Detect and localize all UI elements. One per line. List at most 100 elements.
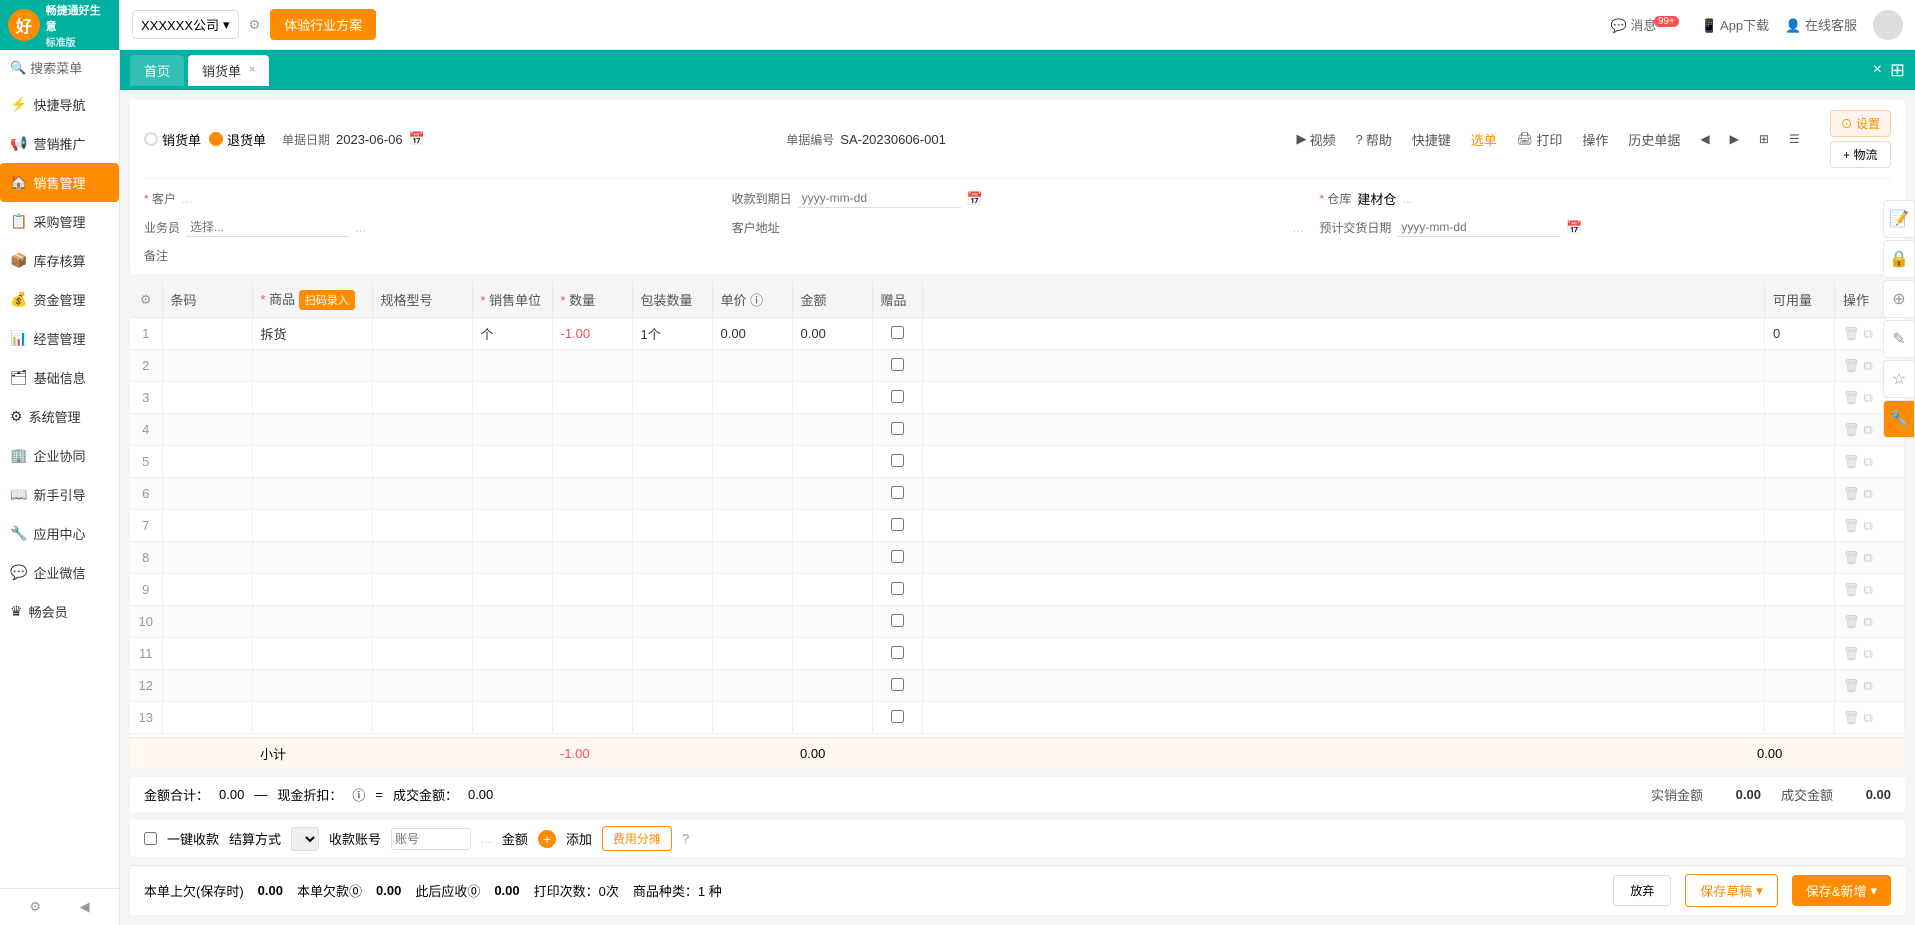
list-icon[interactable]: ☰ xyxy=(1783,130,1806,148)
copy-icon-10[interactable]: ⧉ xyxy=(1864,646,1873,662)
cell-amount-11[interactable] xyxy=(792,670,872,702)
copy-icon-9[interactable]: ⧉ xyxy=(1864,614,1873,630)
cell-gift-5[interactable] xyxy=(872,478,922,510)
rfb-plus[interactable]: ⊕ xyxy=(1883,280,1915,318)
cell-price-10[interactable] xyxy=(712,638,792,670)
cell-goods-4[interactable] xyxy=(252,446,372,478)
delete-icon-10[interactable]: 🗑 xyxy=(1843,646,1860,662)
cell-goods-6[interactable] xyxy=(252,510,372,542)
topbar-gear-icon[interactable]: ⚙ xyxy=(249,17,261,33)
cell-gift-7[interactable] xyxy=(872,542,922,574)
rfb-lock[interactable]: 🔒 xyxy=(1883,240,1915,278)
radio-return[interactable]: 退货单 xyxy=(209,130,266,149)
gift-checkbox-5[interactable] xyxy=(891,486,904,499)
cell-pkgqty-5[interactable] xyxy=(632,478,712,510)
cell-price-9[interactable] xyxy=(712,606,792,638)
cell-goods-8[interactable] xyxy=(252,574,372,606)
payment-calendar-icon[interactable]: 📅 xyxy=(967,191,983,207)
warehouse-input[interactable]: ... xyxy=(1402,191,1413,206)
cell-price-4[interactable] xyxy=(712,446,792,478)
nav-prev-icon[interactable]: ◀ xyxy=(1694,130,1715,148)
cell-barcode-1[interactable] xyxy=(162,350,252,382)
expected-date-input[interactable] xyxy=(1397,218,1560,237)
copy-icon-2[interactable]: ⧉ xyxy=(1864,390,1873,406)
sidebar-item-system[interactable]: ⚙ 系统管理 xyxy=(0,397,119,436)
grid-icon[interactable]: ⊞ xyxy=(1753,130,1775,148)
sidebar-item-apps[interactable]: 🔧 应用中心 xyxy=(0,514,119,553)
cell-spec-6[interactable] xyxy=(372,510,472,542)
cell-unit-5[interactable] xyxy=(472,478,552,510)
dropdown-arrow-icon-save[interactable]: ▾ xyxy=(1756,883,1763,899)
nav-next-icon[interactable]: ▶ xyxy=(1724,130,1745,148)
cell-amount-1[interactable] xyxy=(792,350,872,382)
cell-gift-12[interactable] xyxy=(872,702,922,734)
cell-goods-0[interactable]: 拆货 xyxy=(252,318,372,350)
cell-price-7[interactable] xyxy=(712,542,792,574)
cell-pkgqty-12[interactable] xyxy=(632,702,712,734)
app-download-btn[interactable]: 📱 App下载 xyxy=(1701,15,1769,34)
cell-spec-1[interactable] xyxy=(372,350,472,382)
cell-qty-9[interactable] xyxy=(552,606,632,638)
calendar-icon[interactable]: 📅 xyxy=(409,131,425,147)
cell-barcode-6[interactable] xyxy=(162,510,252,542)
salesperson-dots[interactable]: ... xyxy=(355,220,366,235)
cell-qty-0[interactable]: -1.00 xyxy=(552,318,632,350)
cell-goods-12[interactable] xyxy=(252,702,372,734)
cell-goods-1[interactable] xyxy=(252,350,372,382)
cell-unit-1[interactable] xyxy=(472,350,552,382)
rfb-star[interactable]: ☆ xyxy=(1883,360,1915,398)
copy-icon-4[interactable]: ⧉ xyxy=(1864,454,1873,470)
cell-price-5[interactable] xyxy=(712,478,792,510)
cell-unit-4[interactable] xyxy=(472,446,552,478)
cell-goods-5[interactable] xyxy=(252,478,372,510)
cell-gift-3[interactable] xyxy=(872,414,922,446)
cell-goods-3[interactable] xyxy=(252,414,372,446)
delete-icon-6[interactable]: 🗑 xyxy=(1843,518,1860,534)
sidebar-collapse-icon[interactable]: ◀ xyxy=(80,899,90,915)
discount-help-icon[interactable]: ⓘ xyxy=(352,785,365,804)
cell-spec-9[interactable] xyxy=(372,606,472,638)
cell-price-2[interactable] xyxy=(712,382,792,414)
copy-icon-12[interactable]: ⧉ xyxy=(1864,710,1873,726)
shortcut-btn[interactable]: 快捷键 xyxy=(1406,128,1457,151)
cell-gift-2[interactable] xyxy=(872,382,922,414)
cell-barcode-11[interactable] xyxy=(162,670,252,702)
cell-barcode-0[interactable] xyxy=(162,318,252,350)
add-payment-btn[interactable]: + xyxy=(538,830,556,848)
cell-price-3[interactable] xyxy=(712,414,792,446)
tabbar-close-icon[interactable]: × xyxy=(1873,61,1882,79)
payment-dots[interactable]: ... xyxy=(481,831,492,846)
delete-icon-3[interactable]: 🗑 xyxy=(1843,422,1860,438)
cell-spec-5[interactable] xyxy=(372,478,472,510)
cell-qty-4[interactable] xyxy=(552,446,632,478)
operate-btn[interactable]: 操作 xyxy=(1576,128,1614,151)
cell-unit-12[interactable] xyxy=(472,702,552,734)
cell-spec-12[interactable] xyxy=(372,702,472,734)
tab-close-icon[interactable]: × xyxy=(249,64,255,76)
gift-checkbox-10[interactable] xyxy=(891,646,904,659)
cell-barcode-8[interactable] xyxy=(162,574,252,606)
copy-icon-7[interactable]: ⧉ xyxy=(1864,550,1873,566)
save-new-button[interactable]: 保存&新增 ▾ xyxy=(1792,875,1891,906)
dropdown-arrow-icon-new[interactable]: ▾ xyxy=(1870,883,1877,899)
sidebar-item-ops[interactable]: 📊 经营管理 xyxy=(0,319,119,358)
cell-gift-8[interactable] xyxy=(872,574,922,606)
help-btn[interactable]: ? 帮助 xyxy=(1350,128,1398,151)
one-click-checkbox[interactable] xyxy=(144,832,157,845)
customer-input[interactable]: ... xyxy=(182,191,193,206)
expected-calendar-icon[interactable]: 📅 xyxy=(1566,220,1582,236)
copy-icon-8[interactable]: ⧉ xyxy=(1864,582,1873,598)
select-btn[interactable]: 选单 xyxy=(1465,128,1503,151)
cell-qty-7[interactable] xyxy=(552,542,632,574)
gift-checkbox-1[interactable] xyxy=(891,358,904,371)
cell-qty-10[interactable] xyxy=(552,638,632,670)
cell-qty-2[interactable] xyxy=(552,382,632,414)
cell-price-8[interactable] xyxy=(712,574,792,606)
gift-checkbox-9[interactable] xyxy=(891,614,904,627)
delete-icon-5[interactable]: 🗑 xyxy=(1843,486,1860,502)
cell-gift-6[interactable] xyxy=(872,510,922,542)
delete-icon-11[interactable]: 🗑 xyxy=(1843,678,1860,694)
cell-amount-6[interactable] xyxy=(792,510,872,542)
cell-gift-1[interactable] xyxy=(872,350,922,382)
salesperson-input[interactable] xyxy=(186,218,349,237)
